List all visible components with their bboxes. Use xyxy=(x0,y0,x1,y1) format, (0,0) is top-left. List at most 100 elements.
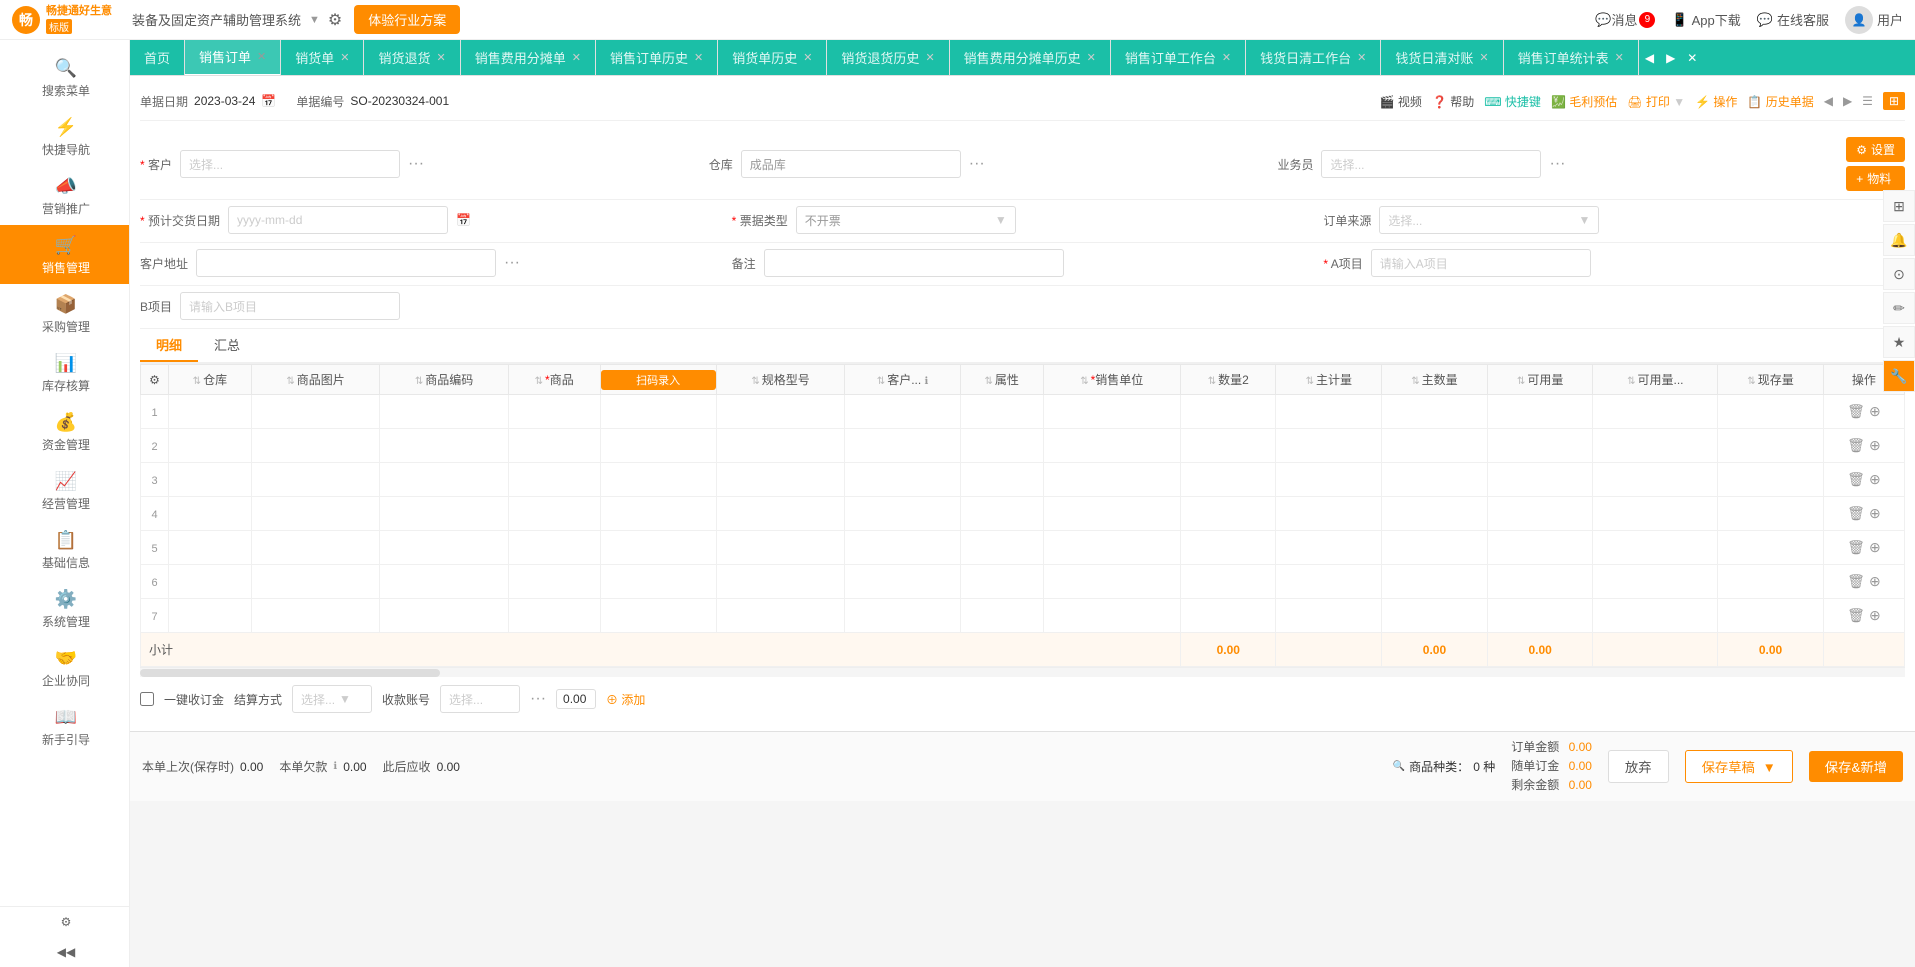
add-payment-btn[interactable]: ⊕ 添加 xyxy=(606,691,645,708)
tab-home[interactable]: 首页 xyxy=(130,40,185,76)
row-qty2-1[interactable] xyxy=(1181,395,1276,429)
row-main-qty-1[interactable] xyxy=(1382,395,1488,429)
sidebar-item-sales[interactable]: 🛒 销售管理 xyxy=(0,225,129,284)
th-scan[interactable]: 扫码录入 xyxy=(600,365,716,395)
tab-sales-stats[interactable]: 销售订单统计表 ✕ xyxy=(1504,40,1639,76)
operation-btn[interactable]: ⚡ 操作 xyxy=(1695,93,1737,110)
account-select[interactable]: 选择... xyxy=(440,685,520,713)
delete-icon[interactable]: 🗑 xyxy=(1847,573,1865,590)
row-spec-1[interactable] xyxy=(716,395,845,429)
debt-info-icon[interactable]: ℹ xyxy=(333,761,337,772)
th-sales-unit[interactable]: ⇅*销售单位 xyxy=(1043,365,1180,395)
sidebar-item-inventory[interactable]: 📊 库存核算 xyxy=(0,343,129,402)
row-avail2-1[interactable] xyxy=(1593,395,1718,429)
copy-icon[interactable]: ⊕ xyxy=(1869,607,1881,624)
th-product-img[interactable]: ⇅商品图片 xyxy=(251,365,380,395)
shortcut-btn[interactable]: ⌨ 快捷键 xyxy=(1484,93,1541,110)
row-warehouse-1[interactable] xyxy=(169,395,252,429)
row-unit-1[interactable] xyxy=(1043,395,1180,429)
row-img-1[interactable] xyxy=(251,395,380,429)
grid-view-btn[interactable]: ⊞ xyxy=(1883,92,1905,110)
sidebar-item-marketing[interactable]: 📣 营销推广 xyxy=(0,166,129,225)
save-draft-chevron[interactable]: ▼ xyxy=(1763,760,1776,775)
tab-sales-order-history[interactable]: 销售订单历史 ✕ xyxy=(596,40,718,76)
save-new-button[interactable]: 保存&新增 xyxy=(1809,751,1903,782)
warehouse-input[interactable]: 成品库 xyxy=(741,150,961,178)
delete-icon[interactable]: 🗑 xyxy=(1847,505,1865,522)
tab-sales-invoice[interactable]: 销货单 ✕ xyxy=(281,40,364,76)
invoice-type-select[interactable]: 不开票 ▼ xyxy=(796,206,1016,234)
list-view-btn[interactable]: ☰ xyxy=(1862,94,1873,108)
right-float-btn-1[interactable]: ⊞ xyxy=(1883,190,1915,222)
copy-icon[interactable]: ⊕ xyxy=(1869,437,1881,454)
row-main-unit-1[interactable] xyxy=(1276,395,1382,429)
print-btn[interactable]: 🖨 打印 ▼ xyxy=(1627,93,1685,110)
calendar-icon[interactable]: 📅 xyxy=(261,94,276,108)
tab-nav-left[interactable]: ◀ xyxy=(1639,40,1660,76)
next-record-btn[interactable]: ▶ xyxy=(1843,94,1852,108)
delete-icon[interactable]: 🗑 xyxy=(1847,607,1865,624)
tab-sales-expense[interactable]: 销售费用分摊单 ✕ xyxy=(461,40,596,76)
th-product-code[interactable]: ⇅商品编码 xyxy=(380,365,509,395)
row-avail-1[interactable] xyxy=(1487,395,1593,429)
tab-close-sales-invoice[interactable]: ✕ xyxy=(340,51,349,64)
a-project-input[interactable]: 请输入A项目 xyxy=(1371,249,1591,277)
customer-input[interactable]: 选择... xyxy=(180,150,400,178)
th-current-stock[interactable]: ⇅现存量 xyxy=(1718,365,1824,395)
th-warehouse[interactable]: ⇅仓库 xyxy=(169,365,252,395)
sidebar-item-finance[interactable]: 💰 资金管理 xyxy=(0,402,129,461)
tab-close-invoice-history[interactable]: ✕ xyxy=(803,51,812,64)
tab-more[interactable]: ✕ xyxy=(1681,40,1703,76)
row-code-1[interactable] xyxy=(380,395,509,429)
user-avatar[interactable]: 👤 用户 xyxy=(1845,6,1903,34)
tab-close-cash-workbench[interactable]: ✕ xyxy=(1357,51,1366,64)
tab-sales-order[interactable]: 销售订单 ✕ xyxy=(185,40,281,76)
online-service-btn[interactable]: 💬 在线客服 xyxy=(1757,10,1829,29)
sidebar-item-search[interactable]: 🔍 搜索菜单 xyxy=(0,48,129,107)
order-no-value[interactable]: SO-20230324-001 xyxy=(350,94,449,108)
salesperson-input[interactable]: 选择... xyxy=(1321,150,1541,178)
tab-close-sales-order[interactable]: ✕ xyxy=(257,50,266,63)
payment-amount[interactable]: 0.00 xyxy=(556,689,596,709)
help-btn[interactable]: ❓ 帮助 xyxy=(1432,93,1474,110)
quick-collect-checkbox[interactable] xyxy=(140,692,154,706)
sidebar-item-purchase[interactable]: 📦 采购管理 xyxy=(0,284,129,343)
copy-icon[interactable]: ⊕ xyxy=(1869,505,1881,522)
delete-icon[interactable]: 🗑 xyxy=(1847,471,1865,488)
right-float-btn-2[interactable]: 🔔 xyxy=(1883,224,1915,256)
row-product-1[interactable] xyxy=(508,395,600,429)
delivery-date-input[interactable]: yyyy-mm-dd xyxy=(228,206,448,234)
right-float-btn-3[interactable]: ⊙ xyxy=(1883,258,1915,290)
th-available2[interactable]: ⇅可用量... xyxy=(1593,365,1718,395)
row-attr-1[interactable] xyxy=(960,395,1043,429)
order-source-input[interactable]: 选择... ▼ xyxy=(1379,206,1599,234)
sidebar-item-quicknav[interactable]: ⚡ 快捷导航 xyxy=(0,107,129,166)
tab-cash-reconcile[interactable]: 钱货日清对账 ✕ xyxy=(1381,40,1503,76)
addr-more-btn[interactable]: ··· xyxy=(504,254,520,272)
account-more-btn[interactable]: ··· xyxy=(530,690,546,708)
copy-icon[interactable]: ⊕ xyxy=(1869,573,1881,590)
product-types-icon[interactable]: 🔍 xyxy=(1393,761,1405,772)
tab-close-return-history[interactable]: ✕ xyxy=(925,51,934,64)
delete-icon[interactable]: 🗑 xyxy=(1847,403,1865,420)
row-cust-code-1[interactable] xyxy=(845,395,960,429)
profit-preview-btn[interactable]: 💹 毛利预估 xyxy=(1551,93,1617,110)
th-main-qty[interactable]: ⇅主数量 xyxy=(1382,365,1488,395)
tab-close-sales-stats[interactable]: ✕ xyxy=(1615,51,1624,64)
message-btn[interactable]: 💬 消息 9 xyxy=(1595,10,1655,29)
detail-tab-summary[interactable]: 汇总 xyxy=(198,329,256,362)
delete-icon[interactable]: 🗑 xyxy=(1847,539,1865,556)
discard-button[interactable]: 放弃 xyxy=(1608,750,1669,783)
th-settings[interactable]: ⚙ xyxy=(141,365,169,395)
tab-close-order-history[interactable]: ✕ xyxy=(694,51,703,64)
delete-icon[interactable]: 🗑 xyxy=(1847,437,1865,454)
th-product[interactable]: ⇅*商品 xyxy=(508,365,600,395)
right-float-btn-4[interactable]: ✏ xyxy=(1883,292,1915,324)
sidebar-item-guide[interactable]: 📖 新手引导 xyxy=(0,697,129,756)
horizontal-scrollbar[interactable] xyxy=(140,667,1905,677)
sidebar-collapse-btn[interactable]: ◀◀ xyxy=(0,937,129,967)
settle-method-select[interactable]: 选择... ▼ xyxy=(292,685,372,713)
salesperson-more-btn[interactable]: ··· xyxy=(1549,155,1565,173)
tab-close-expense-history[interactable]: ✕ xyxy=(1087,51,1096,64)
detail-tab-detail[interactable]: 明细 xyxy=(140,329,198,362)
